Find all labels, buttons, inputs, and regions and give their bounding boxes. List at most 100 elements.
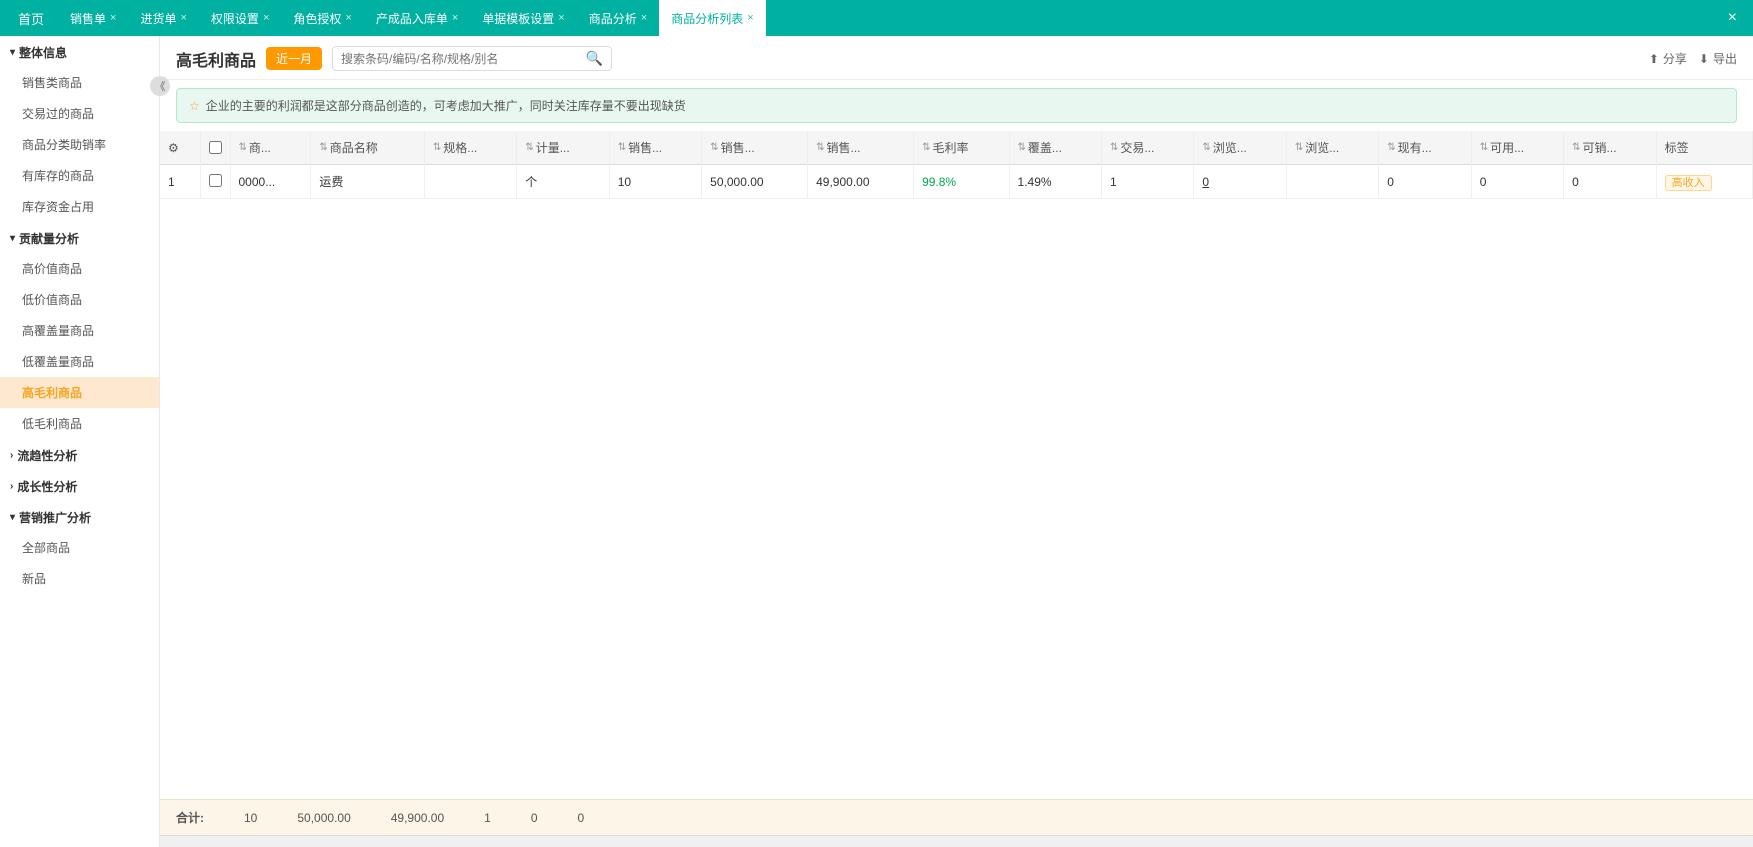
th-spec[interactable]: ⇅规格... xyxy=(424,131,516,165)
cell-transaction: 1 xyxy=(1101,165,1193,199)
share-button[interactable]: ⬆ 分享 xyxy=(1649,50,1687,67)
th-gross-margin[interactable]: ⇅毛利率 xyxy=(914,131,1009,165)
horizontal-scrollbar[interactable] xyxy=(160,835,1753,847)
th-sellable[interactable]: ⇅可销... xyxy=(1564,131,1656,165)
sidebar-item-low-value[interactable]: 低价值商品 xyxy=(0,284,159,315)
nav-tab-product-inbound[interactable]: 产成品入库单 × xyxy=(364,0,470,36)
sidebar-item-all-goods[interactable]: 全部商品 xyxy=(0,532,159,563)
info-icon: ☆ xyxy=(189,99,200,113)
th-sales3[interactable]: ⇅销售... xyxy=(808,131,914,165)
sort-icon-sales3: ⇅ xyxy=(816,142,824,153)
close-tab-purchase[interactable]: × xyxy=(180,12,186,24)
th-sales2[interactable]: ⇅销售... xyxy=(702,131,808,165)
info-text: 企业的主要的利润都是这部分商品创造的，可考虑加大推广，同时关注库存量不要出现缺货 xyxy=(206,97,686,114)
th-code[interactable]: ⇅商... xyxy=(230,131,311,165)
sort-icon-available: ⇅ xyxy=(1480,142,1488,153)
th-name[interactable]: ⇅商品名称 xyxy=(311,131,425,165)
sidebar-item-low-coverage[interactable]: 低覆盖量商品 xyxy=(0,346,159,377)
cell-checkbox[interactable] xyxy=(200,165,230,199)
sort-icon-stock: ⇅ xyxy=(1387,142,1395,153)
sidebar-wrapper: ▾ 整体信息 销售类商品 交易过的商品 商品分类助销率 有库存的商品 库存资金占… xyxy=(0,36,160,847)
close-tab-analysis-list[interactable]: × xyxy=(747,12,753,24)
cell-sales3: 49,900.00 xyxy=(808,165,914,199)
export-icon: ⬇ xyxy=(1699,52,1709,66)
row-checkbox[interactable] xyxy=(209,174,222,187)
search-icon[interactable]: 🔍 xyxy=(586,50,603,67)
sidebar-item-in-stock[interactable]: 有库存的商品 xyxy=(0,160,159,191)
th-browse1[interactable]: ⇅浏览... xyxy=(1194,131,1286,165)
sidebar-item-new-goods[interactable]: 新品 xyxy=(0,563,159,594)
sort-icon-sales1: ⇅ xyxy=(618,142,626,153)
sidebar-item-high-coverage[interactable]: 高覆盖量商品 xyxy=(0,315,159,346)
footer-browse1: 0 xyxy=(531,811,538,825)
export-button[interactable]: ⬇ 导出 xyxy=(1699,50,1737,67)
sidebar-item-traded-goods[interactable]: 交易过的商品 xyxy=(0,98,159,129)
sort-icon-browse2: ⇅ xyxy=(1295,142,1303,153)
nav-tab-analysis-list[interactable]: 商品分析列表 × xyxy=(659,0,765,36)
sort-icon-transaction: ⇅ xyxy=(1110,142,1118,153)
th-checkbox[interactable] xyxy=(200,131,230,165)
sort-icon-sellable: ⇅ xyxy=(1572,142,1580,153)
close-tab-role[interactable]: × xyxy=(345,12,351,24)
arrow-marketing: ▾ xyxy=(10,512,15,523)
close-tab-sales[interactable]: × xyxy=(110,12,116,24)
th-available[interactable]: ⇅可用... xyxy=(1471,131,1563,165)
table-row: 1 0000... 运费 个 10 50,000.00 49,900.00 99… xyxy=(160,165,1753,199)
close-tab-analysis[interactable]: × xyxy=(641,12,647,24)
th-transaction[interactable]: ⇅交易... xyxy=(1101,131,1193,165)
cell-gross-margin: 99.8% xyxy=(914,165,1009,199)
table-container[interactable]: ⚙ ⇅商... ⇅商品名称 ⇅规格... xyxy=(160,131,1753,799)
sidebar-item-high-margin[interactable]: 高毛利商品 xyxy=(0,377,159,408)
cell-browse1[interactable]: 0 xyxy=(1194,165,1286,199)
arrow-flow: › xyxy=(10,450,13,461)
sidebar-group-contribution[interactable]: ▾ 贡献量分析 xyxy=(0,222,159,253)
th-tag[interactable]: 标签 xyxy=(1656,131,1752,165)
cell-name: 运费 xyxy=(311,165,425,199)
footer-browse2: 0 xyxy=(578,811,585,825)
sidebar-group-flow[interactable]: › 流趋性分析 xyxy=(0,439,159,470)
cell-sellable: 0 xyxy=(1564,165,1656,199)
share-icon: ⬆ xyxy=(1649,52,1659,66)
nav-tab-template[interactable]: 单据模板设置 × xyxy=(470,0,576,36)
sidebar-item-low-margin[interactable]: 低毛利商品 xyxy=(0,408,159,439)
sidebar-group-growth[interactable]: › 成长性分析 xyxy=(0,470,159,501)
sidebar-item-sales-goods[interactable]: 销售类商品 xyxy=(0,67,159,98)
cell-tag: 高收入 xyxy=(1656,165,1752,199)
nav-tab-permission[interactable]: 权限设置 × xyxy=(199,0,281,36)
nav-tab-sales[interactable]: 销售单 × xyxy=(58,0,128,36)
filter-recent-month-button[interactable]: 近一月 xyxy=(266,47,322,70)
search-input[interactable] xyxy=(341,52,582,66)
close-tab-permission[interactable]: × xyxy=(263,12,269,24)
export-label: 导出 xyxy=(1713,50,1737,67)
sidebar-item-capital[interactable]: 库存资金占用 xyxy=(0,191,159,222)
nav-tab-role[interactable]: 角色授权 × xyxy=(281,0,363,36)
sidebar-group-marketing[interactable]: ▾ 营销推广分析 xyxy=(0,501,159,532)
window-close-button[interactable]: × xyxy=(1716,9,1749,27)
sort-icon-coverage: ⇅ xyxy=(1018,142,1026,153)
sidebar-group-overall[interactable]: ▾ 整体信息 xyxy=(0,36,159,67)
browse1-link[interactable]: 0 xyxy=(1202,175,1209,189)
group-label-contribution: 贡献量分析 xyxy=(19,230,79,247)
header-actions: ⬆ 分享 ⬇ 导出 xyxy=(1649,50,1737,67)
group-label-growth: 成长性分析 xyxy=(17,478,77,495)
sidebar-collapse-button[interactable]: 《 xyxy=(150,76,170,96)
th-unit[interactable]: ⇅计量... xyxy=(517,131,609,165)
th-coverage[interactable]: ⇅覆盖... xyxy=(1009,131,1101,165)
sort-icon-spec: ⇅ xyxy=(433,142,441,153)
th-browse2[interactable]: ⇅浏览... xyxy=(1286,131,1378,165)
sidebar-item-category-rate[interactable]: 商品分类助销率 xyxy=(0,129,159,160)
th-sales1[interactable]: ⇅销售... xyxy=(609,131,701,165)
select-all-checkbox[interactable] xyxy=(209,141,222,154)
close-tab-product-inbound[interactable]: × xyxy=(452,12,458,24)
nav-home[interactable]: 首页 xyxy=(4,0,58,36)
nav-tab-analysis[interactable]: 商品分析 × xyxy=(577,0,659,36)
sidebar-item-high-value[interactable]: 高价值商品 xyxy=(0,253,159,284)
th-stock[interactable]: ⇅现有... xyxy=(1379,131,1471,165)
cell-available: 0 xyxy=(1471,165,1563,199)
data-table: ⚙ ⇅商... ⇅商品名称 ⇅规格... xyxy=(160,131,1753,199)
nav-tab-purchase[interactable]: 进货单 × xyxy=(128,0,198,36)
content-header: 高毛利商品 近一月 🔍 ⬆ 分享 ⬇ 导出 xyxy=(160,36,1753,80)
cell-stock: 0 xyxy=(1379,165,1471,199)
th-settings[interactable]: ⚙ xyxy=(160,131,200,165)
close-tab-template[interactable]: × xyxy=(558,12,564,24)
